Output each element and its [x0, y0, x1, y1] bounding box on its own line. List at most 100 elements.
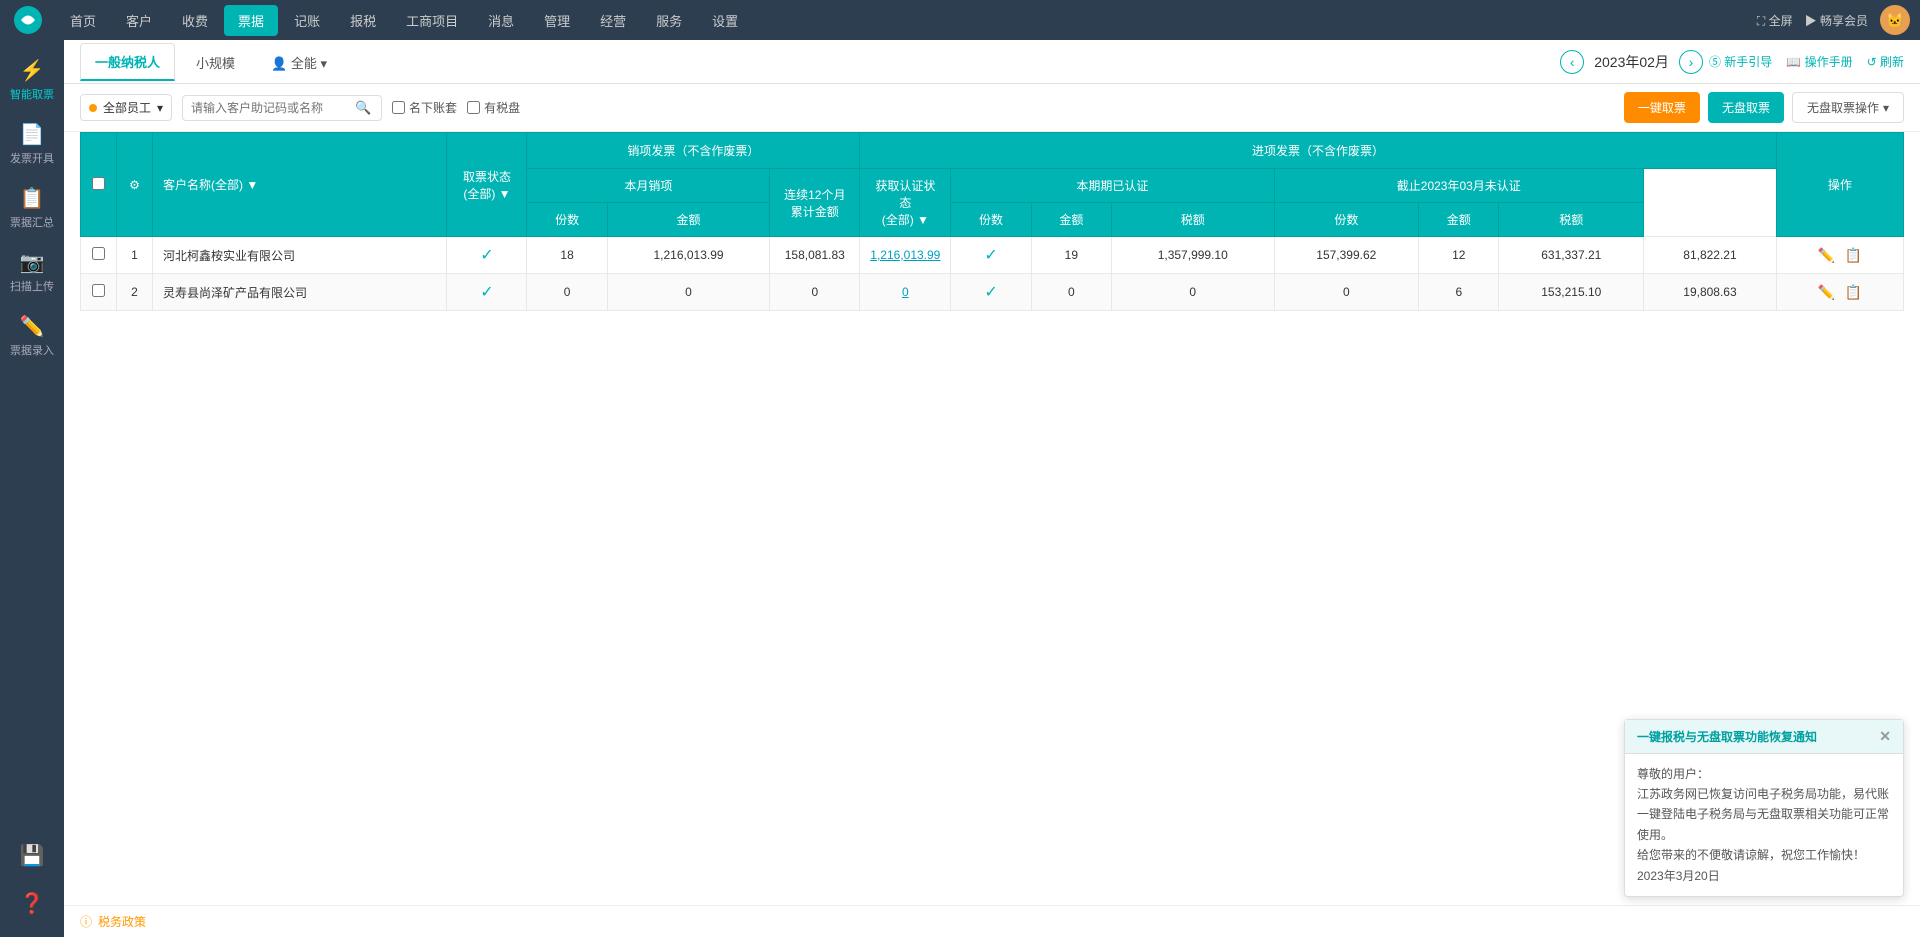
fullscreen-btn[interactable]: ⛶ 全屏	[1757, 12, 1793, 29]
row-uncert-amount: 153,215.10	[1499, 274, 1644, 311]
row-cert-amount: 0	[1111, 274, 1274, 311]
nav-service[interactable]: 服务	[642, 5, 696, 36]
th-uncert: 截止2023年03月未认证	[1274, 169, 1644, 203]
search-icon[interactable]: 🔍	[355, 100, 371, 116]
row-checkbox-cell	[81, 274, 117, 311]
nav-ticket[interactable]: 票据	[224, 5, 278, 36]
month-label: 2023年02月	[1594, 52, 1669, 72]
tax-policy-icon: ⓘ	[80, 913, 92, 930]
no-disk-ticket-btn[interactable]: 无盘取票	[1708, 92, 1784, 123]
row-actions: ✏️ 📋	[1776, 237, 1903, 274]
select-all-checkbox[interactable]	[92, 177, 105, 190]
sidebar-item-ticket-entry[interactable]: ✏️ 票据录入	[4, 306, 60, 366]
nav-tax[interactable]: 报税	[336, 5, 390, 36]
toolbar: 全部员工 ▾ 🔍 名下账套 有税盘 一键取票 无盘取票 无盘取票操作 ▾	[64, 84, 1920, 132]
search-input[interactable]	[191, 101, 351, 115]
sidebar-download[interactable]: 💾	[4, 835, 60, 879]
employee-select[interactable]: 全部员工 ▾	[80, 94, 172, 121]
sidebar-item-smart-ticket[interactable]: ⚡ 智能取票	[4, 50, 60, 110]
employee-dot	[89, 104, 97, 112]
tab-general-taxpayer[interactable]: 一般纳税人	[80, 43, 175, 81]
row-cert-count: 19	[1031, 237, 1111, 274]
th-uncert-count: 份数	[1274, 203, 1419, 237]
nav-operate[interactable]: 经营	[586, 5, 640, 36]
th-month-sales: 本月销项	[527, 169, 770, 203]
row-sales-tax: 0	[770, 274, 860, 311]
th-purchase-group: 进项发票（不含作废票）	[860, 133, 1777, 169]
row-uncert-count: 6	[1419, 274, 1499, 311]
th-customer-name: 客户名称(全部) ▼	[153, 133, 447, 237]
tab-all[interactable]: 👤 全能 ▾	[256, 44, 342, 80]
nav-message[interactable]: 消息	[474, 5, 528, 36]
notification-header: 一键报税与无盘取票功能恢复通知 ✕	[1625, 720, 1903, 754]
notification-close-btn[interactable]: ✕	[1879, 728, 1891, 745]
row-cumulative: 1,216,013.99	[860, 237, 951, 274]
refresh-btn[interactable]: ↺ 刷新	[1867, 53, 1904, 70]
nav-settings[interactable]: 设置	[698, 5, 752, 36]
account-checkbox[interactable]	[392, 101, 405, 114]
cumulative-link[interactable]: 0	[902, 285, 909, 299]
row-customer-name: 河北柯鑫桉实业有限公司	[153, 237, 447, 274]
sidebar-item-invoice-open[interactable]: 📄 发票开具	[4, 114, 60, 174]
edit-icon[interactable]: ✏️	[1818, 284, 1835, 300]
sidebar-item-scan-upload[interactable]: 📷 扫描上传	[4, 242, 60, 302]
employee-dropdown-icon: ▾	[157, 101, 163, 115]
ticket-entry-icon: ✏️	[20, 314, 45, 339]
member-btn[interactable]: ▶ 畅享会员	[1805, 12, 1868, 29]
new-guide-btn[interactable]: ⑤ 新手引导	[1709, 53, 1772, 70]
chevron-down-icon: ▾	[320, 56, 327, 71]
nav-fee[interactable]: 收费	[168, 5, 222, 36]
row-uncert-amount: 631,337.21	[1499, 237, 1644, 274]
scan-upload-icon: 📷	[20, 250, 45, 275]
row-cert-amount: 1,357,999.10	[1111, 237, 1274, 274]
row-actions: ✏️ 📋	[1776, 274, 1903, 311]
th-cert-status: 获取认证状态(全部) ▼	[860, 169, 951, 237]
th-ticket-status: 取票状态(全部) ▼	[447, 133, 527, 237]
ticket-status-icon: ✓	[480, 284, 493, 301]
tax-policy-link[interactable]: 税务政策	[98, 913, 146, 930]
download-icon: 💾	[20, 843, 45, 868]
th-operation: 操作	[1776, 133, 1903, 237]
taxdisk-checkbox[interactable]	[467, 101, 480, 114]
cert-status-icon: ✓	[984, 284, 997, 301]
nav-items: 首页 客户 收费 票据 记账 报税 工商项目 消息 管理 经营 服务 设置	[56, 5, 1757, 36]
invoice-open-icon: 📄	[20, 122, 45, 147]
month-next-btn[interactable]: ›	[1679, 50, 1703, 74]
sidebar-help[interactable]: ❓	[4, 883, 60, 927]
nav-home[interactable]: 首页	[56, 5, 110, 36]
sidebar: ⚡ 智能取票 📄 发票开具 📋 票据汇总 📷 扫描上传 ✏️ 票据录入 💾 ❓	[0, 40, 64, 937]
th-sales-count: 份数	[527, 203, 607, 237]
row-sales-tax: 158,081.83	[770, 237, 860, 274]
row-checkbox[interactable]	[92, 284, 105, 297]
bottom-bar: ⓘ 税务政策	[64, 905, 1920, 937]
row-cert-tax: 157,399.62	[1274, 237, 1419, 274]
manual-btn[interactable]: 📖 操作手册	[1786, 53, 1852, 70]
user-avatar[interactable]: 🐱	[1880, 5, 1910, 35]
nav-manage[interactable]: 管理	[530, 5, 584, 36]
detail-icon[interactable]: 📋	[1845, 247, 1862, 263]
edit-icon[interactable]: ✏️	[1818, 247, 1835, 263]
nav-business[interactable]: 工商项目	[392, 5, 472, 36]
detail-icon[interactable]: 📋	[1845, 284, 1862, 300]
row-checkbox[interactable]	[92, 247, 105, 260]
no-disk-ops-btn[interactable]: 无盘取票操作 ▾	[1792, 92, 1904, 123]
th-period-cert: 本期期已认证	[951, 169, 1274, 203]
month-prev-btn[interactable]: ‹	[1560, 50, 1584, 74]
smart-ticket-icon: ⚡	[20, 58, 45, 83]
row-uncert-tax: 81,822.21	[1644, 237, 1777, 274]
tab-bar: 一般纳税人 小规模 👤 全能 ▾ ‹ 2023年02月 › ⑤ 新手引导 📖 操…	[64, 40, 1920, 84]
cumulative-link[interactable]: 1,216,013.99	[870, 248, 940, 262]
search-box: 🔍	[182, 95, 382, 121]
ops-dropdown-icon: ▾	[1883, 101, 1889, 115]
nav-customer[interactable]: 客户	[112, 5, 166, 36]
tab-small-scale[interactable]: 小规模	[181, 44, 250, 80]
checkbox-account[interactable]: 名下账套	[392, 99, 457, 116]
one-key-ticket-btn[interactable]: 一键取票	[1624, 92, 1700, 123]
row-sales-amount: 0	[607, 274, 770, 311]
checkbox-taxdisk[interactable]: 有税盘	[467, 99, 520, 116]
help-icon: ❓	[20, 891, 45, 916]
sidebar-item-invoice-summary[interactable]: 📋 票据汇总	[4, 178, 60, 238]
nav-bookkeeping[interactable]: 记账	[280, 5, 334, 36]
th-cumulative: 连续12个月累计金额	[770, 169, 860, 237]
notification-popup: 一键报税与无盘取票功能恢复通知 ✕ 尊敬的用户：江苏政务网已恢复访问电子税务局功…	[1624, 719, 1904, 897]
